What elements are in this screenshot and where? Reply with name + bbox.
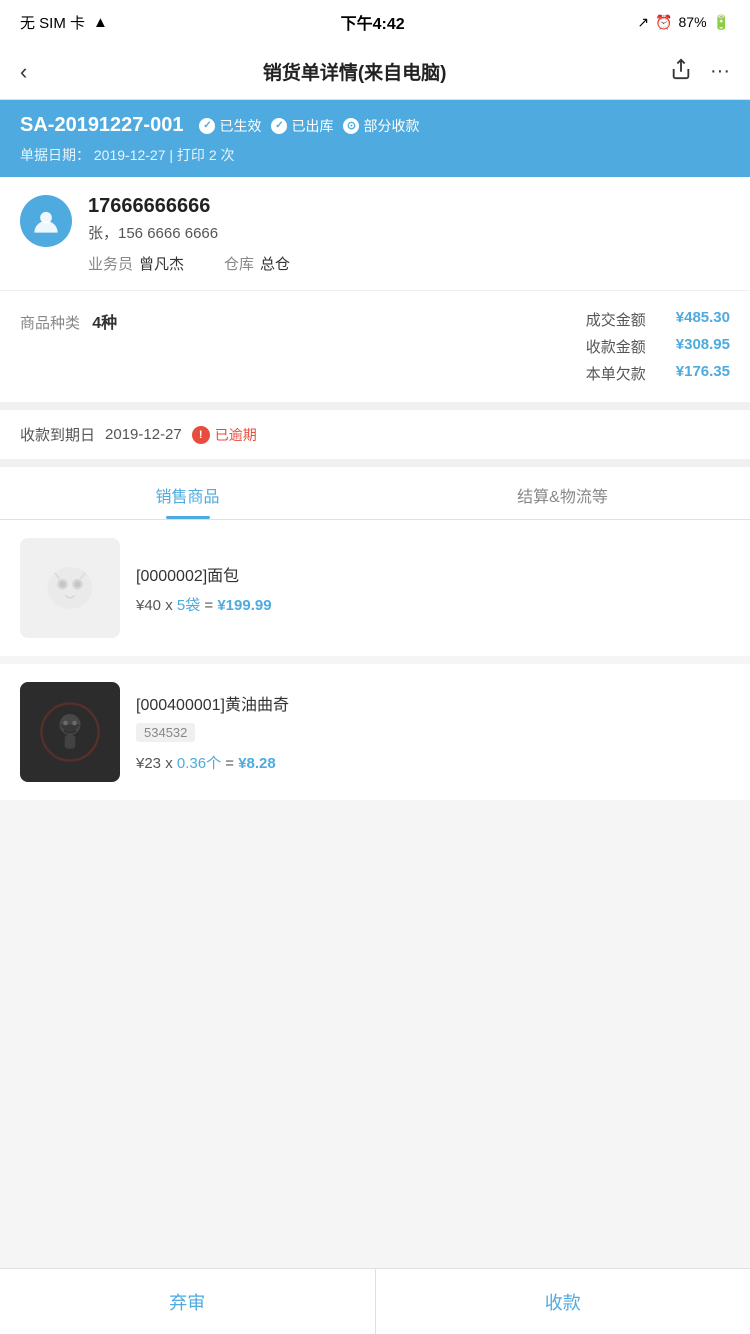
badge-active: ✓ 已生效 (199, 116, 261, 136)
product-thumb-1 (20, 538, 120, 638)
battery-text: 87% (679, 14, 707, 30)
owed-value: ¥176.35 (676, 363, 730, 384)
customer-meta: 业务员 曾凡杰 仓库 总仓 (88, 253, 730, 274)
total-1: ¥199.99 (217, 597, 271, 614)
status-bar: 无 SIM 卡 ▲ 下午4:42 ↗ ⏰ 87% 🔋 (0, 0, 750, 44)
status-right: ↗ ⏰ 87% 🔋 (637, 14, 730, 31)
qty-1: 5袋 (177, 597, 200, 614)
due-label: 收款到期日 (20, 424, 95, 445)
price-x-2: x (165, 755, 177, 772)
product-name-1: [0000002]面包 (136, 562, 730, 586)
product-name-2: [000400001]黄油曲奇 (136, 691, 730, 715)
back-button[interactable]: ‹ (20, 51, 39, 93)
total-2: ¥8.28 (238, 755, 276, 772)
clock-icon: ⊙ (343, 118, 359, 134)
amount-value: ¥485.30 (676, 309, 730, 330)
product-list: [0000002]面包 ¥40 x 5袋 = ¥199.99 (0, 520, 750, 800)
overdue-icon: ! (192, 426, 210, 444)
check-icon-1: ✓ (199, 118, 215, 134)
received-value: ¥308.95 (676, 336, 730, 357)
amount-label: 成交金额 (586, 309, 646, 330)
more-icon[interactable]: ··· (710, 60, 730, 83)
price-base-2: ¥23 (136, 755, 161, 772)
received-row: 收款金额 ¥308.95 (586, 336, 730, 357)
check-icon-2: ✓ (271, 118, 287, 134)
badge-shipped: ✓ 已出库 (271, 116, 333, 136)
customer-avatar (20, 195, 72, 247)
share-icon[interactable] (670, 58, 692, 86)
product-price-2: ¥23 x 0.36个 = ¥8.28 (136, 752, 730, 773)
product-details-2: [000400001]黄油曲奇 534532 ¥23 x 0.36个 = ¥8.… (136, 691, 730, 773)
header-banner: SA-20191227-001 ✓ 已生效 ✓ 已出库 ⊙ 部分收款 单据日期：… (0, 100, 750, 177)
salesperson-value: 曾凡杰 (139, 253, 184, 274)
qty-2: 0.36个 (177, 755, 221, 772)
date-label: 单据日期： (20, 147, 90, 163)
product-item-2: [000400001]黄油曲奇 534532 ¥23 x 0.36个 = ¥8.… (0, 664, 750, 800)
alarm-icon: ⏰ (655, 14, 672, 31)
due-section: 收款到期日 2019-12-27 ! 已逾期 (0, 410, 750, 467)
customer-section: 17666666666 张，156 6666 6666 业务员 曾凡杰 仓库 总… (0, 177, 750, 291)
location-icon: ↗ (637, 14, 649, 31)
product-details-1: [0000002]面包 ¥40 x 5袋 = ¥199.99 (136, 562, 730, 615)
warehouse-item: 仓库 总仓 (224, 253, 290, 274)
product-thumb-2 (20, 682, 120, 782)
badge-partial: ⊙ 部分收款 (343, 116, 419, 136)
wifi-icon: ▲ (93, 14, 108, 31)
tabs-section: 销售商品 结算&物流等 (0, 467, 750, 520)
customer-name-phone: 张，156 6666 6666 (88, 222, 730, 243)
received-label: 收款金额 (586, 336, 646, 357)
carrier-text: 无 SIM 卡 (20, 12, 85, 33)
product-item: [0000002]面包 ¥40 x 5袋 = ¥199.99 (0, 520, 750, 656)
warehouse-label: 仓库 (224, 253, 254, 274)
salesperson-item: 业务员 曾凡杰 (88, 253, 184, 274)
price-eq-1: = (204, 597, 217, 614)
price-eq-2: = (225, 755, 238, 772)
price-x-1: x (165, 597, 177, 614)
owed-label: 本单欠款 (586, 363, 646, 384)
tab-settlement[interactable]: 结算&物流等 (375, 467, 750, 519)
status-time: 下午4:42 (341, 10, 405, 34)
overdue-badge: ! 已逾期 (192, 425, 257, 445)
order-date: 2019-12-27 (94, 147, 166, 163)
category-label: 商品种类 (20, 315, 80, 332)
product-price-1: ¥40 x 5袋 = ¥199.99 (136, 594, 730, 615)
salesperson-label: 业务员 (88, 253, 133, 274)
header-sub: 单据日期： 2019-12-27 | 打印 2 次 (20, 145, 730, 165)
stats-left: 商品种类 4种 (20, 309, 117, 333)
status-badges: ✓ 已生效 ✓ 已出库 ⊙ 部分收款 (199, 116, 419, 136)
order-id: SA-20191227-001 (20, 114, 183, 137)
nav-bar: ‹ 销货单详情(来自电脑) ··· (0, 44, 750, 100)
status-left: 无 SIM 卡 ▲ (20, 12, 108, 33)
amount-row: 成交金额 ¥485.30 (586, 309, 730, 330)
confirm-button[interactable]: 收款 (376, 1269, 750, 1334)
battery-icon: 🔋 (713, 14, 730, 31)
overdue-text: 已逾期 (215, 425, 257, 445)
cancel-button[interactable]: 弃审 (0, 1269, 376, 1334)
nav-actions: ··· (670, 58, 730, 86)
customer-info: 17666666666 张，156 6666 6666 业务员 曾凡杰 仓库 总… (88, 195, 730, 274)
stats-right: 成交金额 ¥485.30 收款金额 ¥308.95 本单欠款 ¥176.35 (586, 309, 730, 384)
bottom-bar: 弃审 收款 (0, 1268, 750, 1334)
tab-products[interactable]: 销售商品 (0, 467, 375, 519)
due-date: 2019-12-27 (105, 426, 182, 443)
stats-section: 商品种类 4种 成交金额 ¥485.30 收款金额 ¥308.95 本单欠款 ¥… (0, 291, 750, 410)
category-value: 4种 (92, 315, 117, 332)
warehouse-value: 总仓 (260, 253, 290, 274)
price-base-1: ¥40 (136, 597, 161, 614)
print-info: | 打印 2 次 (169, 147, 234, 163)
product-tag-2: 534532 (136, 723, 195, 742)
owed-row: 本单欠款 ¥176.35 (586, 363, 730, 384)
customer-id: 17666666666 (88, 195, 730, 218)
page-title: 销货单详情(来自电脑) (39, 58, 670, 85)
